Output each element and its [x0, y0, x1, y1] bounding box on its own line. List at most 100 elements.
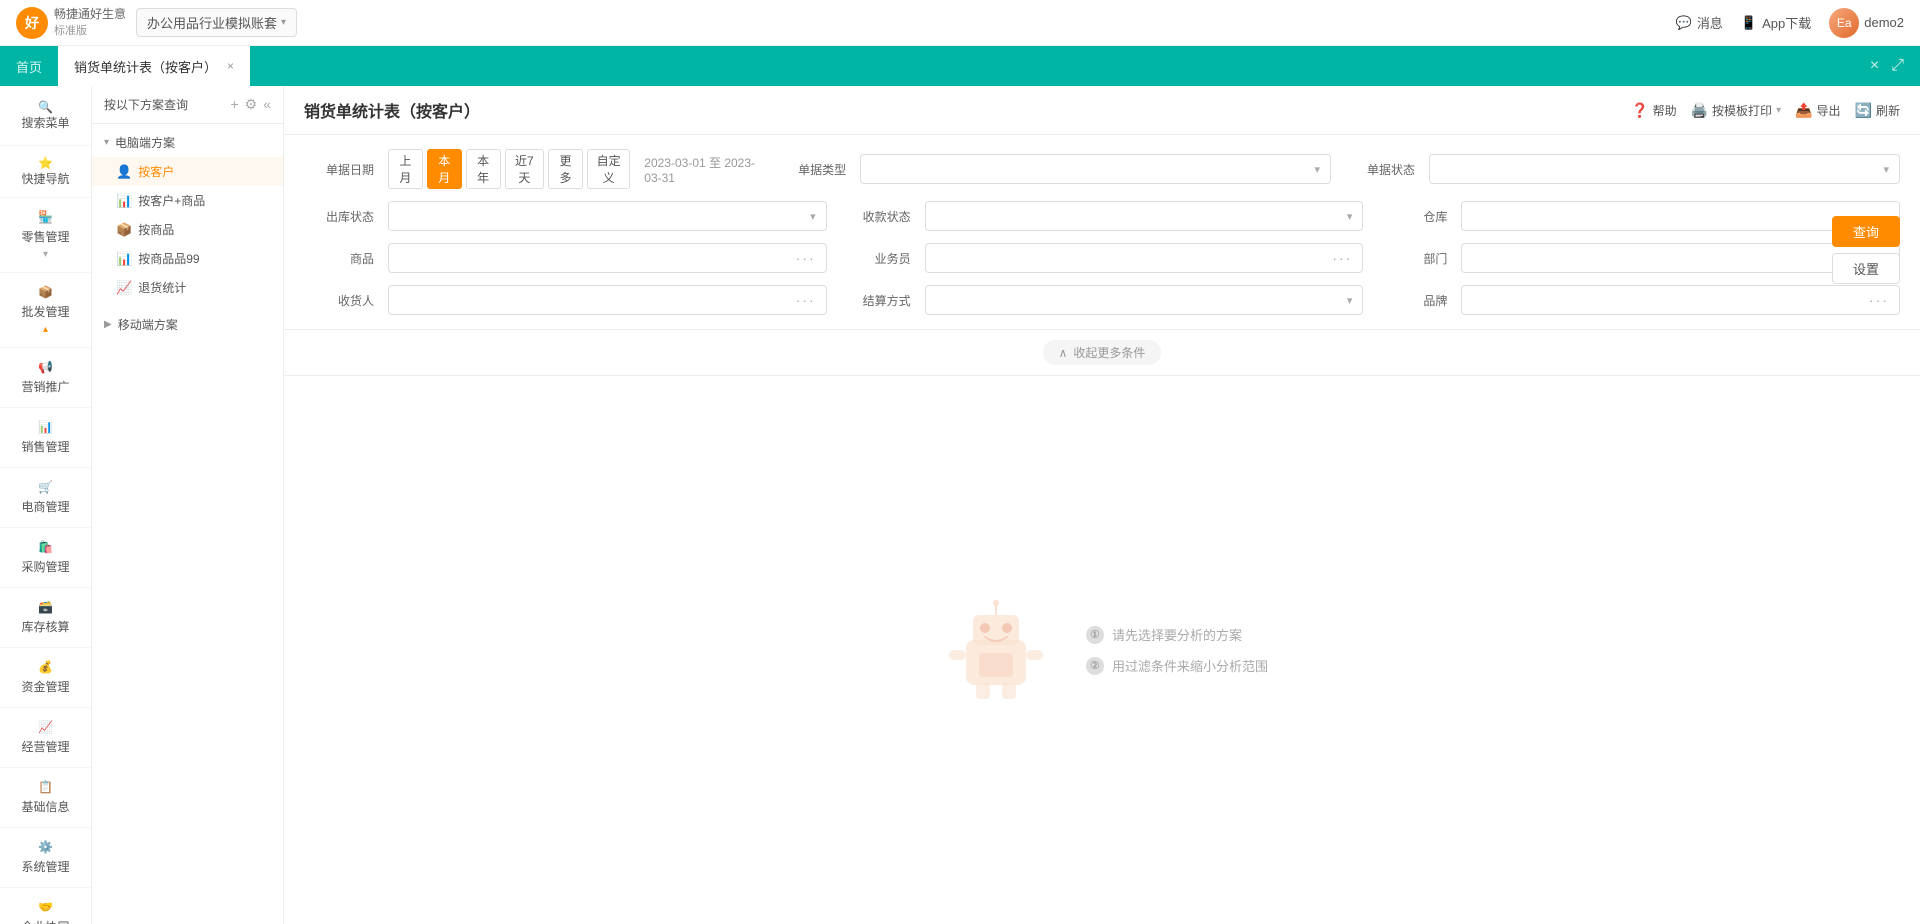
date-btn-custom[interactable]: 自定义: [587, 149, 630, 189]
receipt-status-label: 收款状态: [841, 208, 911, 225]
payment-method-select[interactable]: ▾: [925, 285, 1364, 315]
date-btn-7days[interactable]: 近7天: [505, 149, 545, 189]
doc-status-label: 单据状态: [1345, 161, 1415, 178]
scheme-add-button[interactable]: +: [230, 96, 238, 113]
search-icon: 🔍: [4, 100, 87, 114]
app-download-icon: 📱: [1741, 15, 1757, 31]
scheme-settings-button[interactable]: ⚙: [245, 96, 258, 113]
query-panel: 销货单统计表（按客户） ❓ 帮助 🖨️ 按模板打印 ▾ 📤 导出: [284, 86, 1920, 924]
sidebar-item-wholesale[interactable]: 📦 批发管理 ▴: [0, 273, 91, 348]
empty-tip-1-label: 请先选择要分析的方案: [1112, 625, 1242, 644]
sidebar-item-purchase[interactable]: 🛍️ 采购管理: [0, 528, 91, 588]
message-action[interactable]: 💬 消息: [1676, 13, 1723, 32]
scheme-item-by-product99[interactable]: 📊 按商品品99: [92, 244, 283, 273]
filter-row-3: 商品 ··· 业务员 ··· 部门 ▾: [304, 243, 1900, 273]
sidebar-item-retail[interactable]: 🏪 零售管理 ▾: [0, 198, 91, 273]
brand-select[interactable]: ···: [1461, 285, 1900, 315]
page-header: 销货单统计表（按客户） ❓ 帮助 🖨️ 按模板打印 ▾ 📤 导出: [284, 86, 1920, 135]
industry-chevron-icon: ▾: [281, 17, 286, 28]
tab-expand-button[interactable]: ⤢: [1887, 53, 1908, 79]
scheme-item-by-customer[interactable]: 👤 按客户: [92, 157, 283, 186]
sidebar-item-inventory[interactable]: 🗃️ 库存核算: [0, 588, 91, 648]
purchase-icon: 🛍️: [38, 540, 53, 554]
collapse-chevron-icon: ∧: [1059, 346, 1068, 360]
sidebar-finance-label: 资金管理: [21, 678, 69, 695]
doc-status-select[interactable]: ▾: [1429, 154, 1900, 184]
top-bar: 好 畅捷通好生意 标准版 办公用品行业模拟账套 ▾ 💬 消息 📱 App下载 E…: [0, 0, 1920, 46]
logo-text: 畅捷通好生意: [54, 7, 126, 23]
tip-num-2: ②: [1086, 657, 1104, 675]
sidebar-item-enterprise[interactable]: 🤝 企业协同: [0, 888, 91, 924]
sidebar-basic-label: 基础信息: [21, 798, 69, 815]
sidebar-item-finance[interactable]: 💰 资金管理: [0, 648, 91, 708]
user-initials: Ea: [1837, 16, 1852, 30]
by-customer-product-icon: 📊: [116, 193, 132, 209]
wholesale-expand-icon: ▴: [43, 324, 48, 335]
product-label: 商品: [304, 250, 374, 267]
filter-row-2: 出库状态 ▾ 收款状态 ▾ 仓库 ···: [304, 201, 1900, 231]
marketing-icon: 📢: [38, 360, 53, 374]
tab-close-icon[interactable]: ×: [227, 59, 234, 73]
export-action[interactable]: 📤 导出: [1795, 102, 1840, 119]
scheme-item-by-customer-label: 按客户: [138, 163, 174, 180]
tab-sales-stats[interactable]: 销货单统计表（按客户） ×: [58, 46, 250, 86]
settings-button[interactable]: 设置: [1832, 253, 1900, 284]
scheme-group-mobile-header[interactable]: ▶ 移动端方案: [92, 310, 283, 339]
scheme-group-mobile: ▶ 移动端方案: [92, 306, 283, 343]
sidebar-item-basic[interactable]: 📋 基础信息: [0, 768, 91, 828]
sidebar-search-label: 搜索菜单: [4, 114, 87, 131]
scheme-item-by-product99-label: 按商品品99: [138, 250, 199, 267]
tab-sales-stats-label: 销货单统计表（按客户）: [74, 57, 217, 76]
salesperson-select[interactable]: ···: [925, 243, 1364, 273]
collapse-label: 收起更多条件: [1073, 344, 1145, 361]
doc-type-select[interactable]: ▾: [860, 154, 1331, 184]
sidebar-item-ecommerce[interactable]: 🛒 电商管理: [0, 468, 91, 528]
doc-type-label: 单据类型: [776, 161, 846, 178]
print-action[interactable]: 🖨️ 按模板打印 ▾: [1691, 102, 1781, 119]
date-btn-this-year[interactable]: 本年: [466, 149, 501, 189]
finance-icon: 💰: [38, 660, 53, 674]
tab-close-all-button[interactable]: ×: [1866, 53, 1883, 79]
sidebar-search-item[interactable]: 🔍 搜索菜单: [0, 86, 91, 146]
receipt-status-select[interactable]: ▾: [925, 201, 1364, 231]
user-label: demo2: [1864, 15, 1904, 30]
query-button[interactable]: 查询: [1832, 216, 1900, 247]
receiver-label: 收货人: [304, 292, 374, 309]
receiver-select[interactable]: ···: [388, 285, 827, 315]
sidebar-quicknav-item[interactable]: ⭐ 快捷导航: [0, 146, 91, 198]
app-download-action[interactable]: 📱 App下载: [1741, 13, 1811, 32]
industry-selector[interactable]: 办公用品行业模拟账套 ▾: [136, 8, 297, 37]
scheme-group-desktop: ▾ 电脑端方案 👤 按客户 📊 按客户+商品 📦 按商品 📊 按商品: [92, 124, 283, 306]
department-label: 部门: [1377, 250, 1447, 267]
retail-expand-icon: ▾: [43, 249, 48, 260]
date-quick-btns: 上月 本月 本年 近7天 更多 自定义: [388, 149, 630, 189]
scheme-group-mobile-label: 移动端方案: [118, 316, 178, 333]
scheme-collapse-button[interactable]: «: [263, 96, 271, 113]
date-btn-last-month[interactable]: 上月: [388, 149, 423, 189]
tab-bar: 首页 销货单统计表（按客户） × × ⤢: [0, 46, 1920, 86]
inventory-icon: 🗃️: [38, 600, 53, 614]
scheme-item-return-stats-label: 退货统计: [138, 279, 186, 296]
help-action[interactable]: ❓ 帮助: [1631, 102, 1676, 119]
export-icon: 📤: [1795, 102, 1812, 119]
ecommerce-icon: 🛒: [38, 480, 53, 494]
payment-method-chevron-icon: ▾: [1347, 294, 1353, 307]
tab-home[interactable]: 首页: [0, 46, 58, 86]
collapse-button[interactable]: ∧ 收起更多条件: [1043, 340, 1162, 365]
sidebar-item-marketing[interactable]: 📢 营销推广: [0, 348, 91, 408]
operations-icon: 📈: [38, 720, 53, 734]
product-select[interactable]: ···: [388, 243, 827, 273]
user-area[interactable]: Ea demo2: [1829, 8, 1904, 38]
date-btn-this-month[interactable]: 本月: [427, 149, 462, 189]
scheme-item-by-customer-product[interactable]: 📊 按客户+商品: [92, 186, 283, 215]
sidebar-item-sales[interactable]: 📊 销售管理: [0, 408, 91, 468]
scheme-group-desktop-header[interactable]: ▾ 电脑端方案: [92, 128, 283, 157]
sidebar-item-operations[interactable]: 📈 经营管理: [0, 708, 91, 768]
refresh-action[interactable]: 🔄 刷新: [1855, 102, 1900, 119]
scheme-item-return-stats[interactable]: 📈 退货统计: [92, 273, 283, 302]
date-btn-more[interactable]: 更多: [548, 149, 583, 189]
out-status-select[interactable]: ▾: [388, 201, 827, 231]
scheme-item-by-product[interactable]: 📦 按商品: [92, 215, 283, 244]
sidebar-item-system[interactable]: ⚙️ 系统管理: [0, 828, 91, 888]
scheme-item-by-customer-product-label: 按客户+商品: [138, 192, 205, 209]
